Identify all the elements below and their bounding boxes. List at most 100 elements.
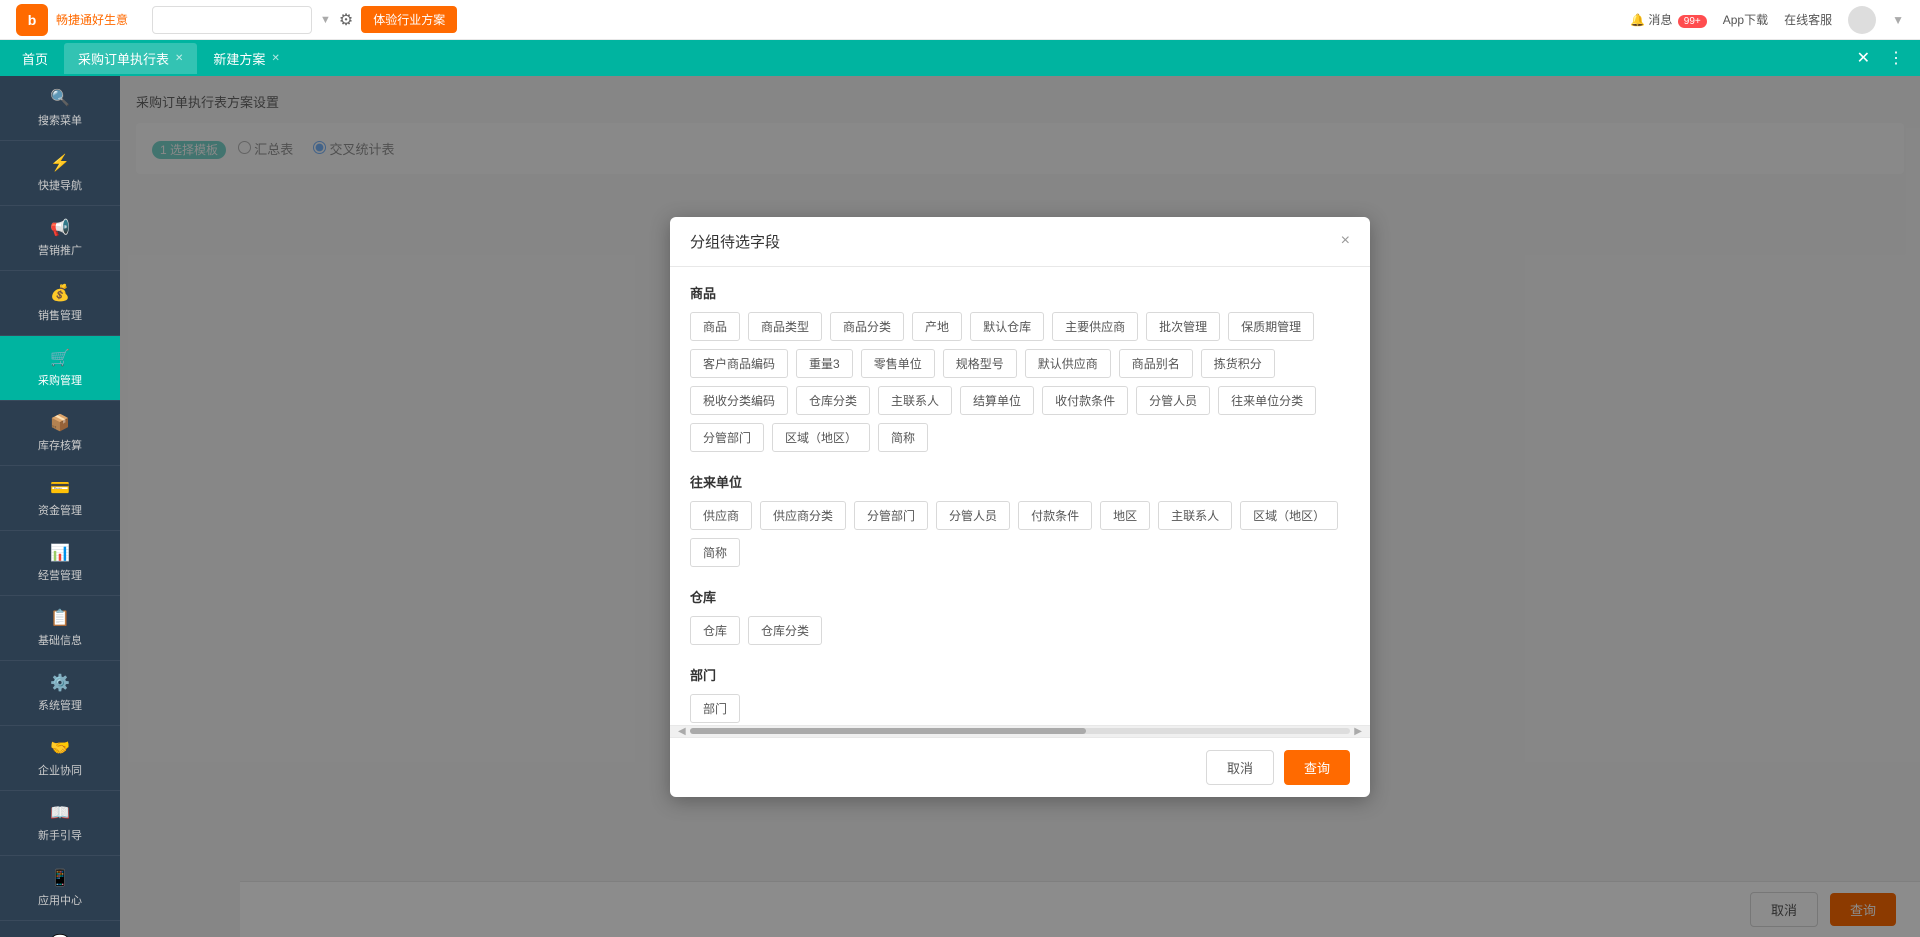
- field-tag[interactable]: 分管部门: [690, 423, 764, 452]
- field-tag[interactable]: 简称: [690, 538, 740, 567]
- modal-body: 商品 商品 商品类型 商品分类 产地 默认仓库 主要供应商 批次管理 保质期管理…: [670, 267, 1370, 725]
- field-tag[interactable]: 商品分类: [830, 312, 904, 341]
- sidebar-item-wechat[interactable]: 💬 企业微信: [0, 921, 120, 937]
- field-tag[interactable]: 仓库: [690, 616, 740, 645]
- tab-home[interactable]: 首页: [8, 43, 62, 74]
- field-tag[interactable]: 商品别名: [1119, 349, 1193, 378]
- sidebar-item-basic[interactable]: 📋 基础信息: [0, 596, 120, 661]
- sidebar-item-app[interactable]: 📱 应用中心: [0, 856, 120, 921]
- scroll-left-arrow[interactable]: ◀: [674, 726, 690, 737]
- field-tag[interactable]: 仓库分类: [748, 616, 822, 645]
- section-warehouse-title: 仓库: [690, 587, 1350, 606]
- online-service[interactable]: 在线客服: [1784, 11, 1832, 28]
- header-right: 🔔 消息 99+ App下载 在线客服 ▼: [1630, 6, 1904, 34]
- scroll-track[interactable]: [690, 728, 1351, 734]
- sidebar-item-app-label: 应用中心: [38, 892, 82, 908]
- modal-header: 分组待选字段 ×: [670, 217, 1370, 267]
- section-product-tags: 商品 商品类型 商品分类 产地 默认仓库 主要供应商 批次管理 保质期管理 客户…: [690, 312, 1350, 452]
- sidebar-item-sales[interactable]: 💰 销售管理: [0, 271, 120, 336]
- guide-icon: 📖: [50, 803, 70, 823]
- field-tag[interactable]: 主联系人: [1158, 501, 1232, 530]
- field-tag[interactable]: 区域（地区）: [1240, 501, 1338, 530]
- sidebar-item-guide[interactable]: 📖 新手引导: [0, 791, 120, 856]
- tab-new-plan-close[interactable]: ✕: [271, 53, 279, 64]
- app-download[interactable]: App下载: [1723, 11, 1768, 28]
- field-tag[interactable]: 部门: [690, 694, 740, 723]
- field-tag[interactable]: 分管人员: [1136, 386, 1210, 415]
- sidebar-item-operation[interactable]: 📊 经营管理: [0, 531, 120, 596]
- field-tag[interactable]: 结算单位: [960, 386, 1034, 415]
- modal-close-button[interactable]: ×: [1341, 232, 1350, 250]
- wechat-icon: 💬: [50, 933, 70, 937]
- field-tag[interactable]: 客户商品编码: [690, 349, 788, 378]
- field-tag[interactable]: 分管人员: [936, 501, 1010, 530]
- field-tag[interactable]: 主联系人: [878, 386, 952, 415]
- field-tag[interactable]: 规格型号: [943, 349, 1017, 378]
- user-avatar[interactable]: [1848, 6, 1876, 34]
- header-search: ▼ ⚙ 体验行业方案: [152, 6, 1630, 34]
- tab-purchase-list[interactable]: 采购订单执行表 ✕: [64, 43, 197, 74]
- field-tag[interactable]: 批次管理: [1146, 312, 1220, 341]
- finance-icon: 💳: [50, 478, 70, 498]
- field-tag[interactable]: 税收分类编码: [690, 386, 788, 415]
- tab-new-plan[interactable]: 新建方案 ✕: [199, 43, 293, 74]
- field-tag[interactable]: 拣货积分: [1201, 349, 1275, 378]
- tabs-close-all[interactable]: ✕: [1849, 48, 1878, 68]
- modal-horizontal-scrollbar[interactable]: ◀ ▶: [670, 725, 1370, 737]
- modal-title: 分组待选字段: [690, 231, 780, 252]
- scroll-thumb[interactable]: [690, 728, 1086, 734]
- sidebar-item-marketing[interactable]: 📢 营销推广: [0, 206, 120, 271]
- solution-button[interactable]: 体验行业方案: [361, 6, 457, 33]
- message-area[interactable]: 🔔 消息 99+: [1630, 11, 1707, 28]
- field-tag[interactable]: 默认仓库: [970, 312, 1044, 341]
- main-layout: 🔍 搜索菜单 ⚡ 快捷导航 📢 营销推广 💰 销售管理 🛒 采购管理 📦 库存核…: [0, 76, 1920, 937]
- sidebar-item-quick[interactable]: ⚡ 快捷导航: [0, 141, 120, 206]
- system-icon: ⚙️: [50, 673, 70, 693]
- field-tag[interactable]: 重量3: [796, 349, 853, 378]
- header-search-input[interactable]: [152, 6, 312, 34]
- field-tag[interactable]: 默认供应商: [1025, 349, 1111, 378]
- field-tag[interactable]: 商品: [690, 312, 740, 341]
- field-tag[interactable]: 主要供应商: [1052, 312, 1138, 341]
- tab-new-plan-label: 新建方案: [213, 49, 265, 68]
- sidebar-item-purchase[interactable]: 🛒 采购管理: [0, 336, 120, 401]
- scroll-right-arrow[interactable]: ▶: [1350, 726, 1366, 737]
- modal-footer: 取消 查询: [670, 737, 1370, 797]
- section-department-tags: 部门: [690, 694, 1350, 723]
- section-warehouse-tags: 仓库 仓库分类: [690, 616, 1350, 645]
- sidebar: 🔍 搜索菜单 ⚡ 快捷导航 📢 营销推广 💰 销售管理 🛒 采购管理 📦 库存核…: [0, 76, 120, 937]
- sidebar-item-collab[interactable]: 🤝 企业协同: [0, 726, 120, 791]
- sidebar-item-finance-label: 资金管理: [38, 502, 82, 518]
- tabs-more[interactable]: ⋮: [1880, 48, 1912, 68]
- field-tag[interactable]: 零售单位: [861, 349, 935, 378]
- field-tag[interactable]: 地区: [1100, 501, 1150, 530]
- sidebar-item-search[interactable]: 🔍 搜索菜单: [0, 76, 120, 141]
- field-tag[interactable]: 区域（地区）: [772, 423, 870, 452]
- field-tag[interactable]: 供应商: [690, 501, 752, 530]
- inventory-icon: 📦: [50, 413, 70, 433]
- field-tag[interactable]: 仓库分类: [796, 386, 870, 415]
- tab-purchase-list-close[interactable]: ✕: [175, 53, 183, 64]
- settings-icon[interactable]: ⚙: [339, 10, 353, 30]
- sidebar-item-system[interactable]: ⚙️ 系统管理: [0, 661, 120, 726]
- field-tag[interactable]: 保质期管理: [1228, 312, 1314, 341]
- field-tag[interactable]: 供应商分类: [760, 501, 846, 530]
- field-tag[interactable]: 分管部门: [854, 501, 928, 530]
- user-menu-arrow[interactable]: ▼: [1892, 13, 1904, 27]
- field-select-modal: 分组待选字段 × 商品 商品 商品类型 商品分类 产地 默认仓库 主要供应商: [670, 217, 1370, 797]
- modal-cancel-button[interactable]: 取消: [1206, 750, 1274, 785]
- sidebar-item-finance[interactable]: 💳 资金管理: [0, 466, 120, 531]
- sidebar-item-collab-label: 企业协同: [38, 762, 82, 778]
- section-product-title: 商品: [690, 283, 1350, 302]
- sidebar-item-operation-label: 经营管理: [38, 567, 82, 583]
- field-tag[interactable]: 产地: [912, 312, 962, 341]
- field-tag[interactable]: 付款条件: [1018, 501, 1092, 530]
- section-partners-title: 往来单位: [690, 472, 1350, 491]
- field-tag[interactable]: 往来单位分类: [1218, 386, 1316, 415]
- field-tag[interactable]: 商品类型: [748, 312, 822, 341]
- field-tag[interactable]: 收付款条件: [1042, 386, 1128, 415]
- modal-confirm-button[interactable]: 查询: [1284, 750, 1350, 785]
- purchase-icon: 🛒: [50, 348, 70, 368]
- sidebar-item-inventory[interactable]: 📦 库存核算: [0, 401, 120, 466]
- field-tag[interactable]: 简称: [878, 423, 928, 452]
